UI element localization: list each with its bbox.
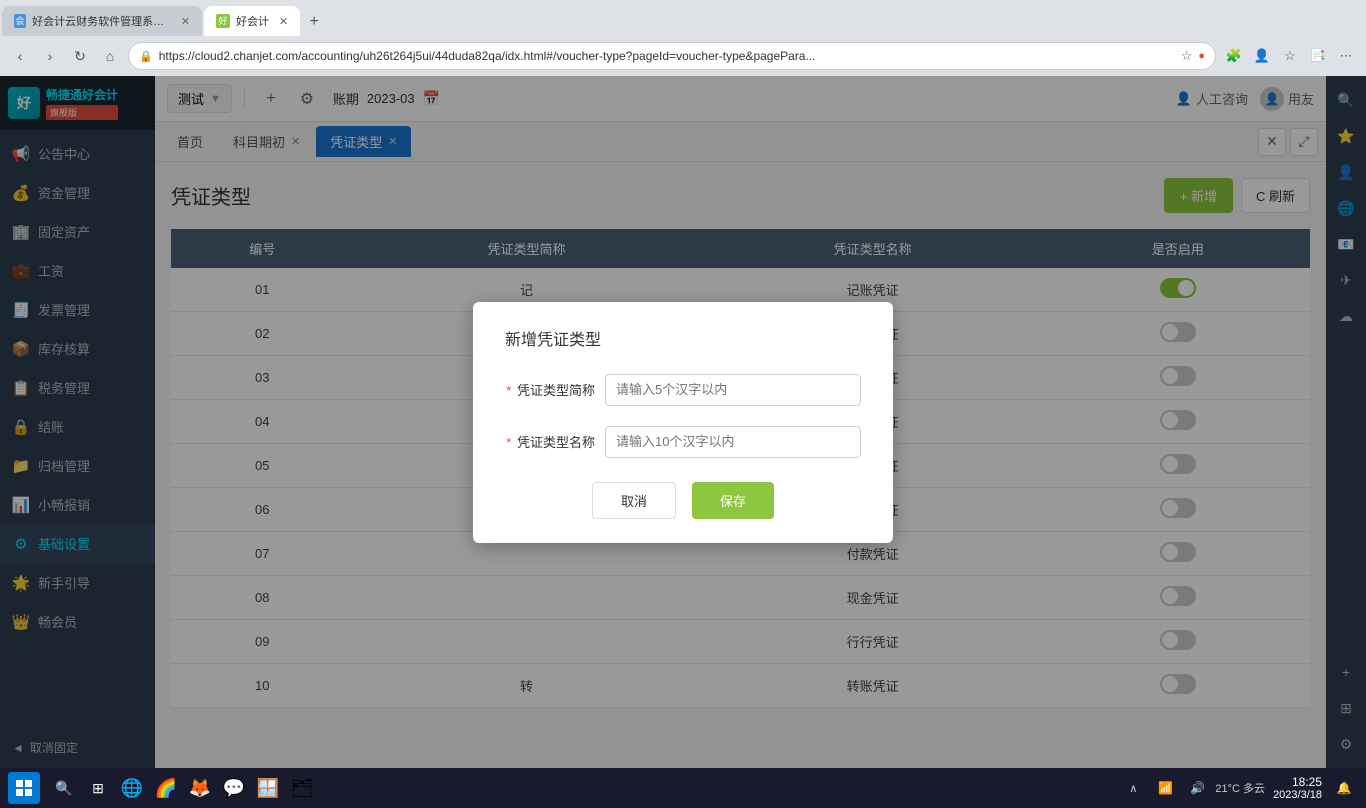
taskbar-right: ∧ 📶 🔊 21°C 多云 18:25 2023/3/18 🔔 [1119,774,1358,802]
new-tab-button[interactable]: + [300,8,328,36]
more-btn[interactable]: ⋯ [1334,44,1358,68]
cancel-button[interactable]: 取消 [592,482,676,519]
taskbar-folder[interactable]: 🗂 [286,772,318,804]
taskbar-notify: ∧ 📶 🔊 21°C 多云 [1119,774,1265,802]
taskbar-edge[interactable]: 🌐 [116,772,148,804]
taskbar-clock[interactable]: 18:25 2023/3/18 [1273,775,1322,801]
extensions-btn[interactable]: 🧩 [1222,44,1246,68]
form-row-abbr: * 凭证类型简称 [505,374,861,406]
taskbar-search[interactable]: 🔍 [48,772,80,804]
taskbar-explorer[interactable]: 🌈 [150,772,182,804]
star-bookmark-icon[interactable]: ☆ [1181,48,1193,64]
modal-form: * 凭证类型简称 * 凭证类型名称 [505,374,861,458]
taskbar-notifications[interactable]: 🔔 [1330,774,1358,802]
back-button[interactable]: ‹ [8,44,32,68]
abbr-input[interactable] [605,374,861,406]
form-row-name: * 凭证类型名称 [505,426,861,458]
tab-favicon-2: 好 [216,14,230,28]
tab-favicon-1: 会 [14,14,26,28]
taskbar: 🔍 ⊞ 🌐 🌈 🦊 💬 🪟 🗂 ∧ 📶 🔊 21°C 多云 18:25 2023… [0,768,1366,808]
profile-btn[interactable]: 👤 [1250,44,1274,68]
browser-tab-1[interactable]: 会 好会计云财务软件管理系统_会计 ✕ [2,6,202,36]
taskbar-taskview[interactable]: ⊞ [82,772,114,804]
modal-buttons: 取消 保存 [505,482,861,519]
name-label-text: 凭证类型名称 [517,435,595,450]
taskbar-volume-icon[interactable]: 🔊 [1183,774,1211,802]
taskbar-network-icon[interactable]: 📶 [1151,774,1179,802]
tab-close-2[interactable]: ✕ [279,15,288,28]
taskbar-icons: 🔍 ⊞ 🌐 🌈 🦊 💬 🪟 🗂 [48,772,318,804]
name-label: * 凭证类型名称 [505,432,595,451]
abbr-label-text: 凭证类型简称 [517,383,595,398]
taskbar-up-arrow[interactable]: ∧ [1119,774,1147,802]
tab-close-1[interactable]: ✕ [181,15,190,28]
browser-actions: 🧩 👤 ☆ 📑 ⋯ [1222,44,1358,68]
add-voucher-type-modal: 新增凭证类型 * 凭证类型简称 * 凭证类型名称 取消 保存 [473,302,893,543]
taskbar-weather: 21°C 多云 [1215,780,1265,796]
tab-label-1: 好会计云财务软件管理系统_会计 [32,13,171,29]
taskbar-apps[interactable]: 🪟 [252,772,284,804]
taskbar-wechat[interactable]: 💬 [218,772,250,804]
abbr-required: * [506,383,511,398]
browser-extension-icon[interactable]: ● [1198,50,1205,62]
home-button[interactable]: ⌂ [98,44,122,68]
forward-button[interactable]: › [38,44,62,68]
browser-tab-2[interactable]: 好 好会计 ✕ [204,6,300,36]
browser-addressbar: ‹ › ↻ ⌂ 🔒 https://cloud2.chanjet.com/acc… [0,36,1366,76]
reload-button[interactable]: ↻ [68,44,92,68]
browser-chrome: 会 好会计云财务软件管理系统_会计 ✕ 好 好会计 ✕ + ‹ › ↻ ⌂ 🔒 … [0,0,1366,76]
lock-icon: 🔒 [139,50,153,63]
save-button[interactable]: 保存 [692,482,774,519]
collections-btn[interactable]: 📑 [1306,44,1330,68]
name-required: * [506,435,511,450]
modal-title: 新增凭证类型 [505,326,861,350]
taskbar-chrome[interactable]: 🦊 [184,772,216,804]
taskbar-date: 2023/3/18 [1273,789,1322,801]
start-button[interactable] [8,772,40,804]
address-bar[interactable]: 🔒 https://cloud2.chanjet.com/accounting/… [128,42,1216,70]
tab-label-2: 好会计 [236,13,269,29]
modal-overlay: 新增凭证类型 * 凭证类型简称 * 凭证类型名称 取消 保存 [0,76,1366,768]
browser-tabs: 会 好会计云财务软件管理系统_会计 ✕ 好 好会计 ✕ + [0,0,1366,36]
name-input[interactable] [605,426,861,458]
url-text: https://cloud2.chanjet.com/accounting/uh… [159,49,1175,63]
taskbar-time: 18:25 [1273,775,1322,789]
abbr-label: * 凭证类型简称 [505,380,595,399]
favorites-btn[interactable]: ☆ [1278,44,1302,68]
